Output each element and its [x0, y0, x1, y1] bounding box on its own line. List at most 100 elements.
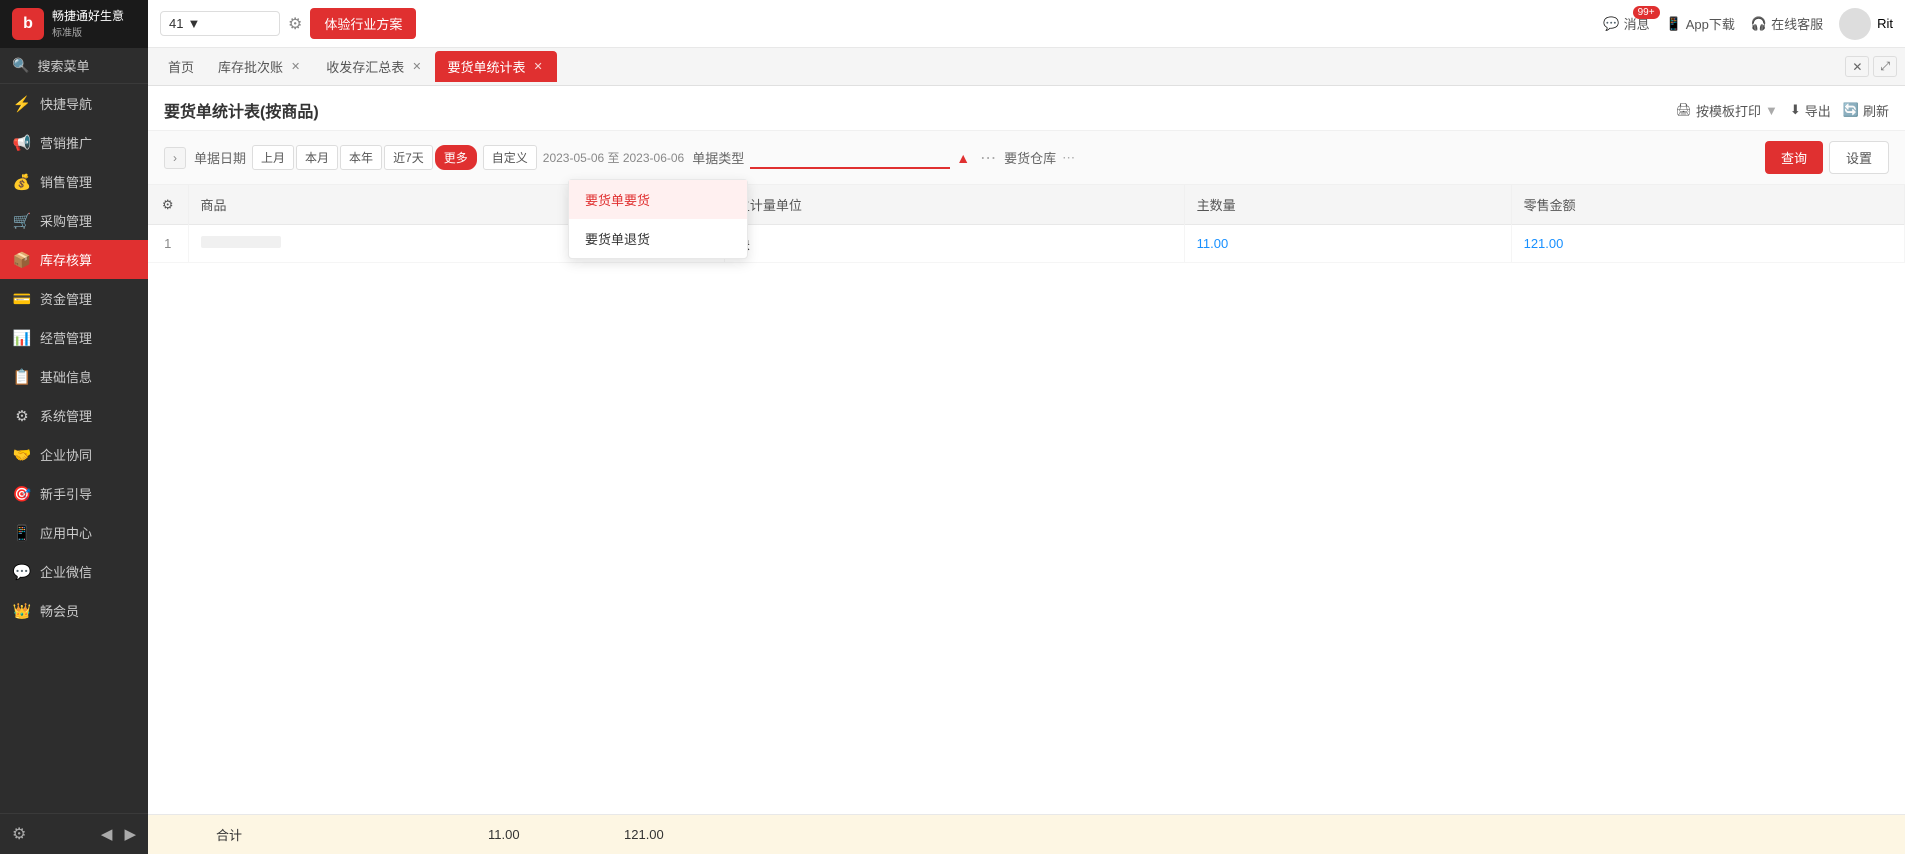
date-custom-btn[interactable]: 自定义 [483, 145, 537, 170]
sidebar-bottom-actions: ◀ ▶ [101, 825, 136, 843]
store-dropdown-arrow: ▼ [187, 16, 200, 31]
maximize-btn[interactable]: ⤢ [1873, 56, 1897, 77]
sidebar-item-basic[interactable]: 📋 基础信息 [0, 357, 148, 396]
tab-home[interactable]: 首页 [156, 51, 206, 82]
industry-btn[interactable]: 体验行业方案 [310, 8, 416, 39]
sales-icon: 💰 [12, 173, 32, 191]
logo-icon: b [12, 8, 44, 40]
print-label: 按模板打印 [1696, 101, 1761, 120]
cell-amount: 121.00 [1511, 225, 1904, 263]
date-more-btn[interactable]: 更多 [435, 145, 477, 170]
tab-receivable-summary-close[interactable]: ✕ [410, 60, 423, 73]
store-selector[interactable]: 41 ▼ [160, 11, 280, 36]
chevron-right-icon: › [173, 151, 177, 165]
query-btn[interactable]: 查询 [1765, 141, 1823, 174]
col-qty: 主数量 [1184, 185, 1511, 225]
tab-request-stats-close[interactable]: ✕ [532, 60, 545, 73]
type-filter-input[interactable] [750, 146, 950, 169]
sidebar-item-wechat[interactable]: 💬 企业微信 [0, 552, 148, 591]
sidebar: b 畅捷通好生意 标准版 🔍 搜索菜单 ⚡ 快捷导航 📢 营销推广 💰 销售管理… [0, 0, 148, 854]
export-btn[interactable]: ⬇ 导出 [1790, 101, 1831, 120]
sidebar-item-label: 新手引导 [40, 484, 92, 503]
finance-icon: 💳 [12, 290, 32, 308]
date-filter-group: 单据日期 上月 本月 本年 近7天 更多 自定义 2023-05-06 至 20… [194, 145, 684, 170]
sidebar-item-marketing[interactable]: 📢 营销推广 [0, 123, 148, 162]
topbar: 41 ▼ ⚙ 体验行业方案 💬 消息 99+ 📱 App下载 🎧 在线客服 Ri… [148, 0, 1905, 48]
app-label: App下载 [1686, 14, 1735, 33]
service-label: 在线客服 [1771, 14, 1823, 33]
date-recent7-btn[interactable]: 近7天 [384, 145, 433, 170]
sidebar-nav: 🔍 搜索菜单 ⚡ 快捷导航 📢 营销推广 💰 销售管理 🛒 采购管理 📦 库存核… [0, 48, 148, 813]
online-service-btn[interactable]: 🎧 在线客服 [1751, 14, 1823, 33]
date-this-year-btn[interactable]: 本年 [340, 145, 382, 170]
sidebar-item-label: 企业协同 [40, 445, 92, 464]
sidebar-item-app-center[interactable]: 📱 应用中心 [0, 513, 148, 552]
print-dropdown-arrow: ▼ [1765, 103, 1778, 118]
phone-icon: 📱 [1666, 16, 1682, 32]
dropdown-item-request-order[interactable]: 要货单要货 [569, 180, 747, 219]
tab-inventory-batch-label: 库存批次账 [218, 57, 283, 76]
page-header: 要货单统计表(按商品) 🖨 按模板打印 ▼ ⬇ 导出 🔄 刷新 [148, 86, 1905, 131]
sidebar-search[interactable]: 🔍 搜索菜单 [0, 48, 148, 84]
table-row: 1 块 11.00 121.00 [148, 225, 1905, 263]
dropdown-item-request-return[interactable]: 要货单退货 [569, 219, 747, 258]
settings-gear-icon[interactable]: ⚙ [288, 14, 302, 34]
topbar-right: 💬 消息 99+ 📱 App下载 🎧 在线客服 Rit [1603, 8, 1893, 40]
sidebar-item-enterprise[interactable]: 🤝 企业协同 [0, 435, 148, 474]
sidebar-item-label: 销售管理 [40, 172, 92, 191]
message-icon: 💬 [1603, 16, 1619, 32]
message-btn[interactable]: 💬 消息 99+ [1603, 14, 1649, 33]
sidebar-item-label: 系统管理 [40, 406, 92, 425]
date-prev-month-btn[interactable]: 上月 [252, 145, 294, 170]
data-table: ⚙ 商品 主计量单位 主数量 零售金额 1 [148, 185, 1905, 263]
filter-expand-btn[interactable]: › [164, 147, 186, 169]
type-dropdown: 要货单要货 要货单退货 [568, 179, 748, 259]
wechat-icon: 💬 [12, 563, 32, 581]
table-settings-icon[interactable]: ⚙ [162, 197, 174, 212]
print-btn[interactable]: 🖨 按模板打印 ▼ [1675, 101, 1777, 120]
date-filter-label: 单据日期 [194, 148, 246, 167]
type-more-icon[interactable]: ⋯ [980, 148, 996, 168]
close-all-btn[interactable]: ✕ [1845, 56, 1869, 77]
sidebar-item-operations[interactable]: 📊 经营管理 [0, 318, 148, 357]
sidebar-item-finance[interactable]: 💳 资金管理 [0, 279, 148, 318]
app-download-btn[interactable]: 📱 App下载 [1666, 14, 1735, 33]
expand-icon[interactable]: ▶ [124, 825, 136, 843]
footer-total-label: 合计 [216, 828, 242, 843]
sidebar-item-inventory[interactable]: 📦 库存核算 [0, 240, 148, 279]
export-label: 导出 [1805, 101, 1831, 120]
user-area[interactable]: Rit [1839, 8, 1893, 40]
export-icon: ⬇ [1790, 102, 1801, 118]
cell-unit: 块 [724, 225, 1184, 263]
tab-request-stats[interactable]: 要货单统计表 ✕ [435, 51, 556, 82]
sidebar-item-member[interactable]: 👑 畅会员 [0, 591, 148, 630]
refresh-btn[interactable]: 🔄 刷新 [1843, 101, 1889, 120]
footer-qty-cell: 11.00 [488, 827, 608, 842]
tabs-bar: 首页 库存批次账 ✕ 收发存汇总表 ✕ 要货单统计表 ✕ ✕ ⤢ [148, 48, 1905, 86]
type-dropdown-arrow[interactable]: ▲ [956, 150, 970, 166]
tab-inventory-batch-close[interactable]: ✕ [289, 60, 302, 73]
inventory-icon: 📦 [12, 251, 32, 269]
sidebar-item-label: 畅会员 [40, 601, 79, 620]
tab-inventory-batch[interactable]: 库存批次账 ✕ [206, 51, 314, 82]
collapse-icon[interactable]: ◀ [101, 825, 113, 843]
headset-icon: 🎧 [1751, 16, 1767, 32]
col-settings[interactable]: ⚙ [148, 185, 188, 225]
footer-label-cell: 合计 [216, 825, 336, 844]
sidebar-item-quick-nav[interactable]: ⚡ 快捷导航 [0, 84, 148, 123]
sidebar-item-sales[interactable]: 💰 销售管理 [0, 162, 148, 201]
warehouse-more-icon[interactable]: ⋯ [1062, 150, 1075, 166]
setting-btn[interactable]: 设置 [1829, 141, 1889, 174]
tab-home-label: 首页 [168, 57, 194, 76]
sidebar-item-purchase[interactable]: 🛒 采购管理 [0, 201, 148, 240]
user-name: Rit [1877, 16, 1893, 31]
settings-icon[interactable]: ⚙ [12, 824, 26, 844]
sidebar-item-guide[interactable]: 🎯 新手引导 [0, 474, 148, 513]
sidebar-item-label: 采购管理 [40, 211, 92, 230]
print-icon: 🖨 [1675, 102, 1692, 118]
operations-icon: 📊 [12, 329, 32, 347]
tab-receivable-summary[interactable]: 收发存汇总表 ✕ [314, 51, 435, 82]
date-this-month-btn[interactable]: 本月 [296, 145, 338, 170]
data-table-wrapper: ⚙ 商品 主计量单位 主数量 零售金额 1 [148, 185, 1905, 814]
sidebar-item-system[interactable]: ⚙ 系统管理 [0, 396, 148, 435]
